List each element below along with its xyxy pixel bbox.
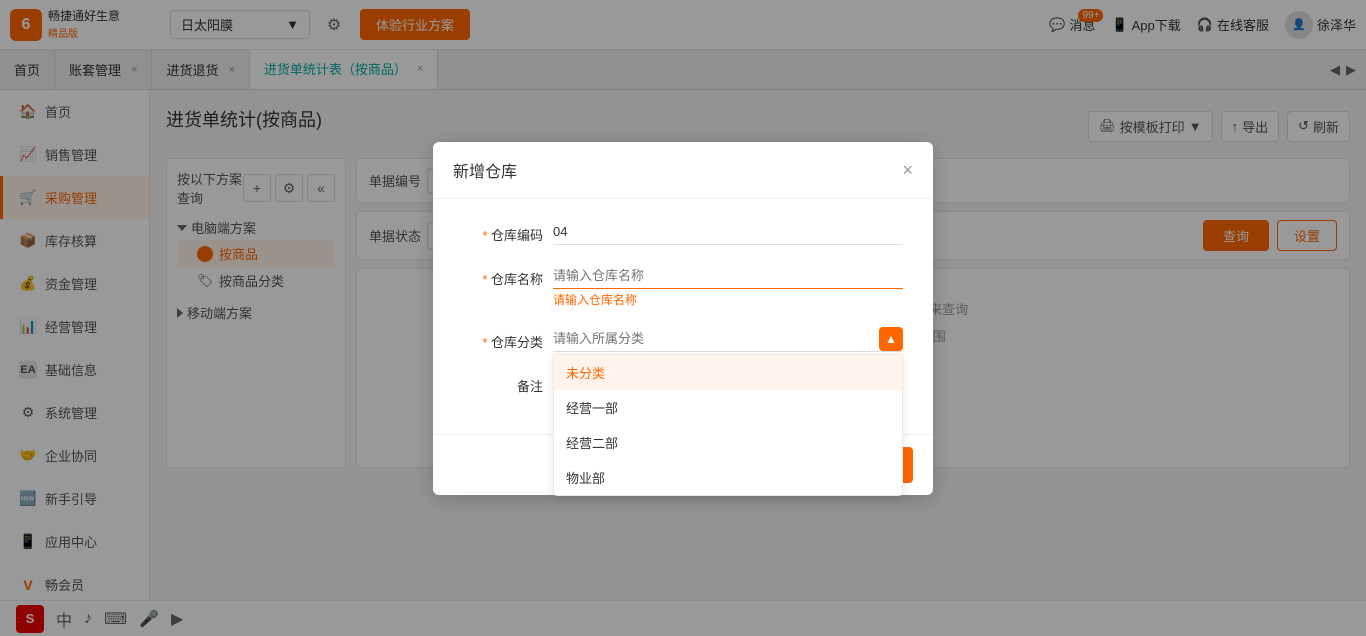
form-row-category: 仓库分类 ▲ 未分类 经营一部 经营二部 物业部 — [463, 326, 903, 352]
category-label: 仓库分类 — [463, 326, 543, 351]
modal-overlay: 新增仓库 × 仓库编码 仓库名称 请输入仓库名称 仓库分类 — [0, 0, 1366, 636]
modal-header: 新增仓库 × — [433, 142, 933, 199]
name-error-msg: 请输入仓库名称 — [553, 291, 903, 308]
notes-label: 备注 — [463, 370, 543, 395]
dropdown-option-dept1[interactable]: 经营一部 — [554, 390, 902, 425]
modal-body: 仓库编码 仓库名称 请输入仓库名称 仓库分类 ▲ — [433, 199, 933, 434]
modal-new-warehouse: 新增仓库 × 仓库编码 仓库名称 请输入仓库名称 仓库分类 — [433, 142, 933, 495]
category-dropdown-arrow[interactable]: ▲ — [879, 327, 903, 351]
name-input[interactable] — [553, 263, 903, 289]
code-field-wrap — [553, 219, 903, 245]
dropdown-option-property[interactable]: 物业部 — [554, 460, 902, 495]
code-input[interactable] — [553, 219, 903, 245]
name-field-wrap: 请输入仓库名称 — [553, 263, 903, 308]
dropdown-option-dept2[interactable]: 经营二部 — [554, 425, 902, 460]
category-dropdown-list: 未分类 经营一部 经营二部 物业部 — [553, 354, 903, 496]
form-row-name: 仓库名称 请输入仓库名称 — [463, 263, 903, 308]
modal-close-button[interactable]: × — [902, 161, 913, 179]
category-field-wrap: ▲ 未分类 经营一部 经营二部 物业部 — [553, 326, 903, 352]
form-row-code: 仓库编码 — [463, 219, 903, 245]
code-label: 仓库编码 — [463, 219, 543, 244]
category-input[interactable] — [553, 326, 903, 352]
dropdown-option-unclassified[interactable]: 未分类 — [554, 355, 902, 390]
modal-title: 新增仓库 — [453, 158, 517, 182]
name-label: 仓库名称 — [463, 263, 543, 288]
